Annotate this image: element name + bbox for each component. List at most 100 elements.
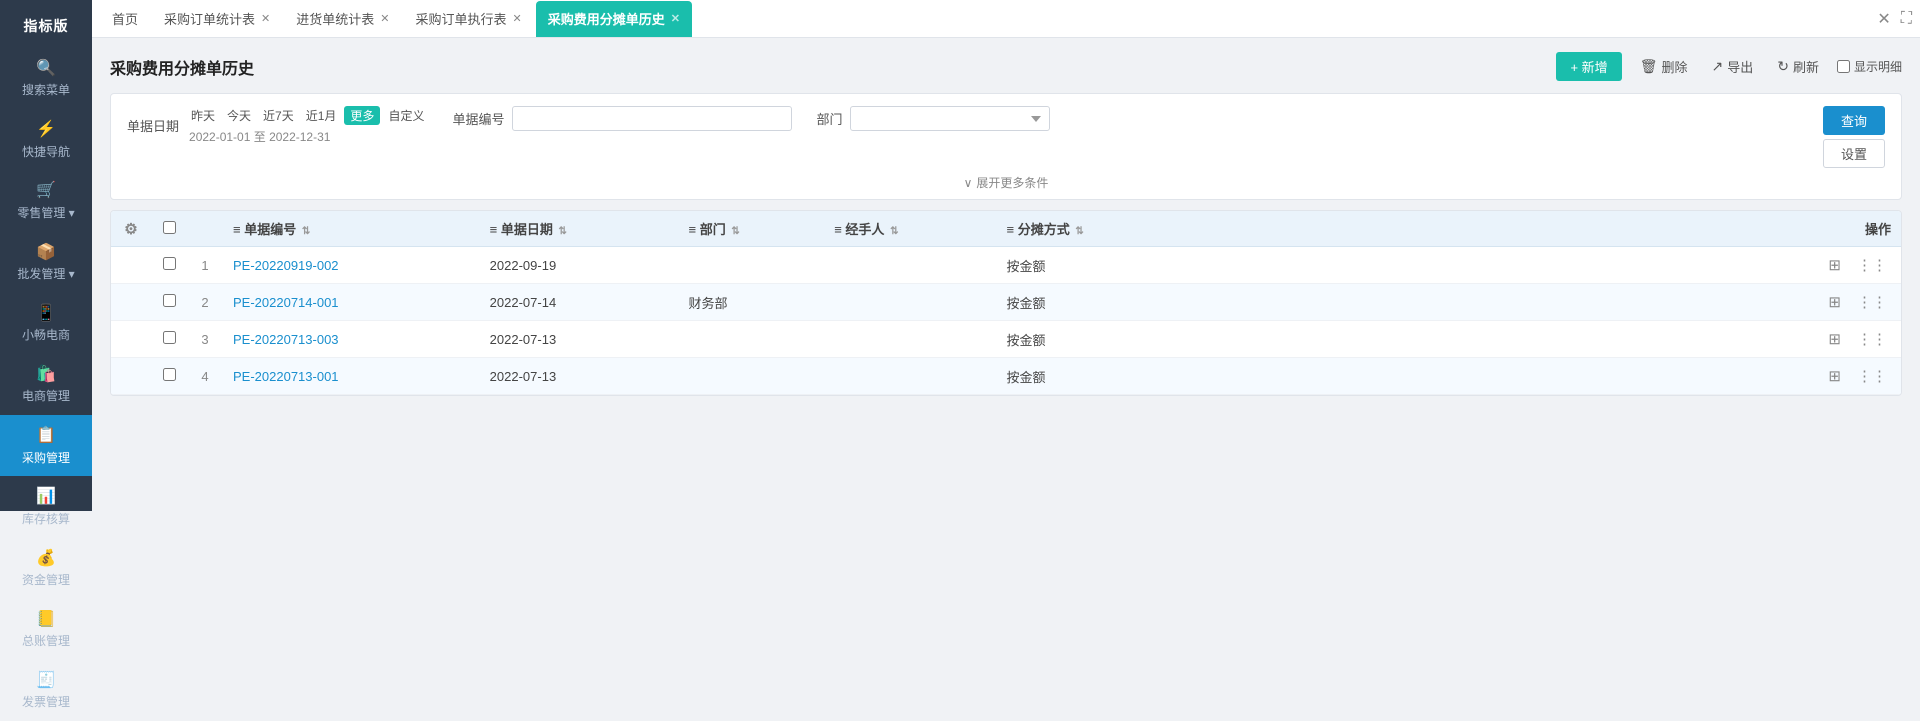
shortcut-1month[interactable]: 近1月 <box>302 106 341 125</box>
search-icon: 🔍 <box>4 58 88 80</box>
data-table: ⚙ ≡ 单据编号 ⇅ ≡ 单据日期 <box>110 210 1902 396</box>
shortcut-7days[interactable]: 近7天 <box>259 106 298 125</box>
page-header: 采购费用分摊单历史 + 新增 🗑 删除 ↗ 导出 ↻ 刷新 显示明细 <box>110 52 1902 81</box>
sort-dept-icon[interactable]: ⇅ <box>731 226 739 237</box>
row-action-cell: ⊞ ⋮⋮ <box>1814 284 1901 321</box>
col-split-method: ≡ 分摊方式 ⇅ <box>996 211 1814 247</box>
row-checkbox-cell[interactable] <box>151 284 187 321</box>
row-checkbox[interactable] <box>163 368 176 381</box>
row-checkbox-cell[interactable] <box>151 321 187 358</box>
shortcut-more[interactable]: 更多 <box>344 106 380 125</box>
retail-icon: 🛒 <box>4 180 88 202</box>
row-checkbox-cell[interactable] <box>151 247 187 284</box>
doc-no-link[interactable]: PE-20220714-001 <box>233 295 339 310</box>
sidebar-item-ecommerce[interactable]: 🛍️ 电商管理 <box>0 354 92 415</box>
more-icon[interactable]: ⋮⋮ <box>1853 328 1891 350</box>
view-icon[interactable]: ⊞ <box>1824 291 1845 313</box>
select-all-checkbox[interactable] <box>163 221 176 234</box>
sort-docdate-icon[interactable]: ⇅ <box>559 226 567 237</box>
more-icon[interactable]: ⋮⋮ <box>1853 254 1891 276</box>
tab-purchase-order-exec[interactable]: 采购订单执行表 ✕ <box>403 1 533 37</box>
row-docdate-cell: 2022-07-13 <box>480 358 679 395</box>
view-icon[interactable]: ⊞ <box>1824 254 1845 276</box>
settings-icon[interactable]: ⚙ <box>124 221 137 238</box>
sidebar-item-miniapp[interactable]: 📱 小畅电商 <box>0 293 92 354</box>
tab-close-purchase-goods-stats[interactable]: ✕ <box>380 12 389 25</box>
col-rownum <box>187 211 223 247</box>
sidebar-item-inventory[interactable]: 📊 库存核算 <box>0 476 92 537</box>
doc-no-link[interactable]: PE-20220713-001 <box>233 369 339 384</box>
export-button[interactable]: ↗ 导出 <box>1705 53 1759 80</box>
docno-input[interactable] <box>512 106 792 131</box>
expand-more[interactable]: ∨ 展开更多条件 <box>127 174 1885 191</box>
row-checkbox[interactable] <box>163 257 176 270</box>
col-settings[interactable]: ⚙ <box>111 211 151 247</box>
row-splitmethod-cell: 按金额 <box>996 284 1814 321</box>
view-icon[interactable]: ⊞ <box>1824 328 1845 350</box>
view-icon[interactable]: ⊞ <box>1824 365 1845 387</box>
page-content: 采购费用分摊单历史 + 新增 🗑 删除 ↗ 导出 ↻ 刷新 显示明细 <box>92 38 1920 511</box>
sidebar-item-ledger[interactable]: 📒 总账管理 <box>0 599 92 660</box>
fullscreen-icon[interactable]: ⛶ <box>1901 10 1912 28</box>
show-cols-checkbox[interactable] <box>1837 60 1850 73</box>
col-docdate: ≡ 单据日期 ⇅ <box>480 211 679 247</box>
sort-handler-icon[interactable]: ⇅ <box>890 226 898 237</box>
tab-close-purchase-cost-split[interactable]: ✕ <box>671 12 680 25</box>
date-range-display: 2022-01-01 至 2022-12-31 <box>189 128 428 145</box>
action-icons: ⊞ ⋮⋮ <box>1824 328 1891 350</box>
tab-home[interactable]: 首页 <box>100 1 150 37</box>
tab-close-purchase-order-stats[interactable]: ✕ <box>261 12 270 25</box>
sidebar-item-finance[interactable]: 💰 资金管理 <box>0 538 92 599</box>
tab-close-purchase-order-exec[interactable]: ✕ <box>513 12 522 25</box>
close-all-tabs-icon[interactable]: ✕ <box>1877 9 1890 29</box>
shortcut-yesterday[interactable]: 昨天 <box>187 106 219 125</box>
col-dept: ≡ 部门 ⇅ <box>679 211 825 247</box>
row-checkbox-cell[interactable] <box>151 358 187 395</box>
row-dept-cell: 财务部 <box>679 284 825 321</box>
show-cols-toggle[interactable]: 显示明细 <box>1837 58 1902 75</box>
row-docdate-cell: 2022-07-14 <box>480 284 679 321</box>
tab-bar-actions: ✕ ⛶ <box>1877 9 1912 29</box>
row-splitmethod-cell: 按金额 <box>996 358 1814 395</box>
more-icon[interactable]: ⋮⋮ <box>1853 291 1891 313</box>
col-handler: ≡ 经手人 ⇅ <box>824 211 996 247</box>
sidebar-item-search[interactable]: 🔍 搜索菜单 <box>0 48 92 109</box>
sidebar-item-wholesale[interactable]: 📦 批发管理 ▾ <box>0 232 92 293</box>
doc-no-link[interactable]: PE-20220713-003 <box>233 332 339 347</box>
shortcut-today[interactable]: 今天 <box>223 106 255 125</box>
refresh-button[interactable]: ↻ 刷新 <box>1771 53 1825 80</box>
refresh-icon: ↻ <box>1777 58 1789 75</box>
col-checkbox-all[interactable] <box>151 211 187 247</box>
tab-purchase-order-stats[interactable]: 采购订单统计表 ✕ <box>152 1 282 37</box>
sidebar-item-retail[interactable]: 🛒 零售管理 ▾ <box>0 170 92 231</box>
row-action-cell: ⊞ ⋮⋮ <box>1814 358 1901 395</box>
action-icons: ⊞ ⋮⋮ <box>1824 291 1891 313</box>
setting-button[interactable]: 设置 <box>1823 139 1885 168</box>
doc-no-link[interactable]: PE-20220919-002 <box>233 258 339 273</box>
tab-purchase-cost-split[interactable]: 采购费用分摊单历史 ✕ <box>536 1 692 37</box>
sidebar-item-quicknav[interactable]: ⚡ 快捷导航 <box>0 109 92 170</box>
sort-docno-icon[interactable]: ⇅ <box>302 226 310 237</box>
dept-select[interactable]: 财务部 <box>850 106 1050 131</box>
row-settings-cell <box>111 247 151 284</box>
row-checkbox[interactable] <box>163 331 176 344</box>
sort-split-icon[interactable]: ⇅ <box>1075 226 1083 237</box>
sidebar-item-purchase[interactable]: 📋 采购管理 <box>0 415 92 476</box>
query-button[interactable]: 查询 <box>1823 106 1885 135</box>
row-checkbox[interactable] <box>163 294 176 307</box>
add-button[interactable]: + 新增 <box>1556 52 1621 81</box>
sidebar-item-invoice[interactable]: 🧾 发票管理 <box>0 660 92 721</box>
row-num-cell: 2 <box>187 284 223 321</box>
dept-label: 部门 <box>816 109 842 128</box>
more-icon[interactable]: ⋮⋮ <box>1853 365 1891 387</box>
inventory-icon: 📊 <box>4 486 88 508</box>
delete-icon: 🗑 <box>1640 58 1658 75</box>
shortcut-custom[interactable]: 自定义 <box>384 106 428 125</box>
table-row: 4 PE-20220713-001 2022-07-13 按金额 ⊞ ⋮⋮ <box>111 358 1901 395</box>
row-settings-cell <box>111 284 151 321</box>
date-field: 单据日期 昨天 今天 近7天 近1月 更多 自定义 2022-01-01 至 2… <box>127 106 428 145</box>
tab-purchase-goods-stats[interactable]: 进货单统计表 ✕ <box>284 1 401 37</box>
delete-button[interactable]: 🗑 删除 <box>1634 53 1694 80</box>
row-handler-cell <box>824 247 996 284</box>
action-icons: ⊞ ⋮⋮ <box>1824 365 1891 387</box>
